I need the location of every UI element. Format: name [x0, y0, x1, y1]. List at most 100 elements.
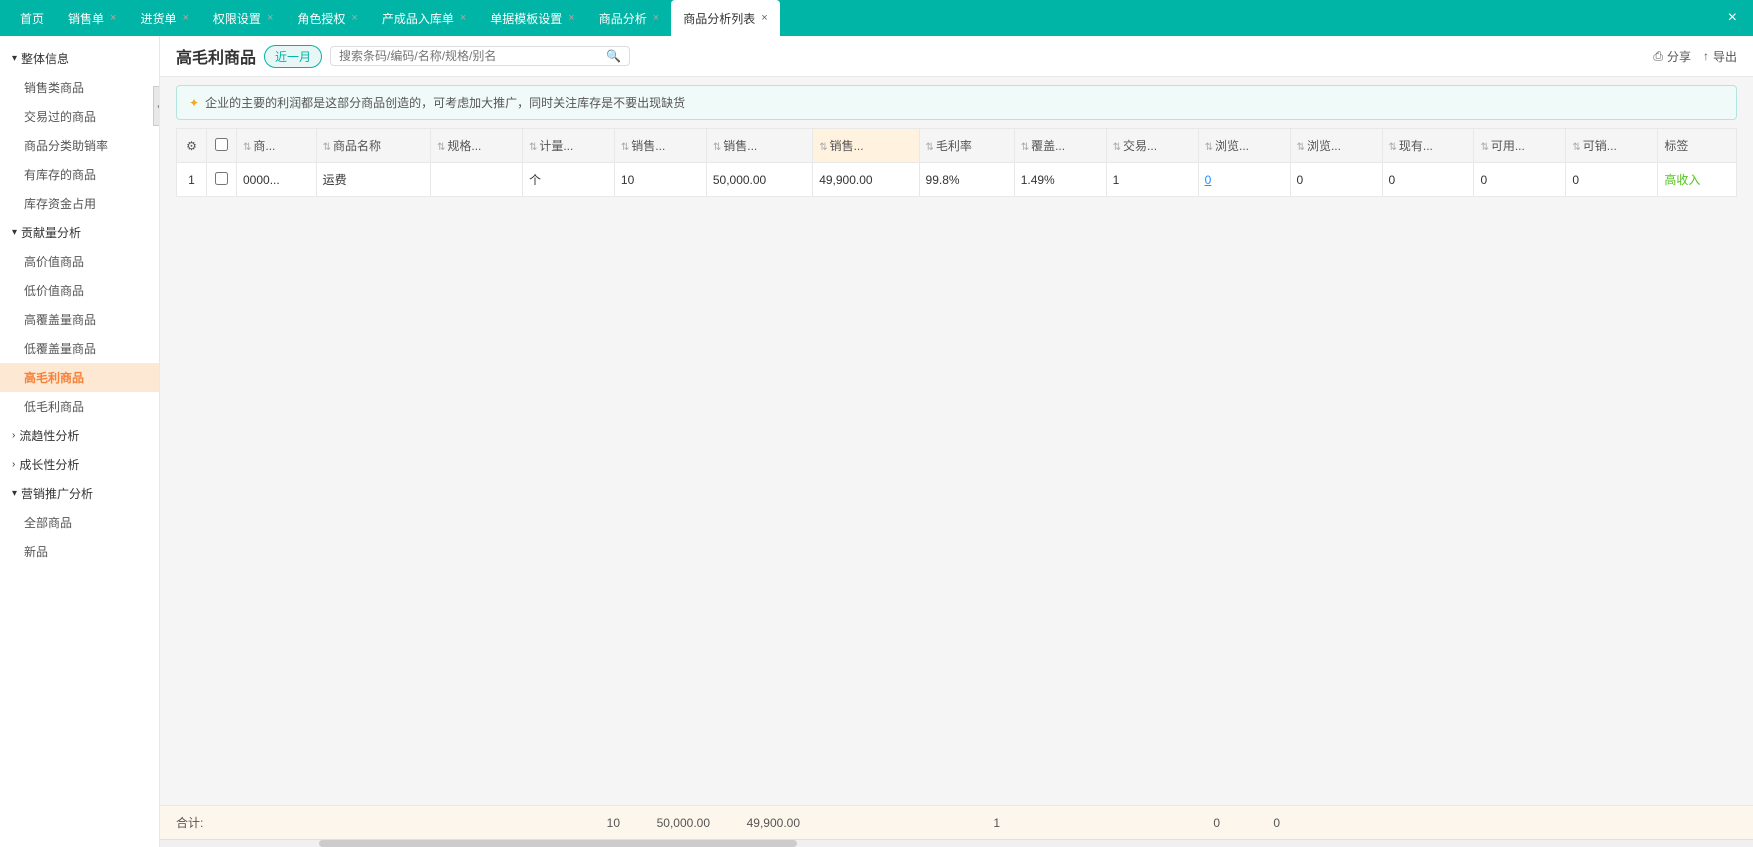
cell-index: 1 [177, 163, 207, 197]
nav-sales[interactable]: 销售单 × [56, 0, 128, 36]
sidebar-section-growth[interactable]: › 成长性分析 [0, 450, 159, 479]
content-area: 高毛利商品 近一月 🔍 ⎙ 分享 ↑ 导出 ✦ 企业的主要的利润都是这部分商品创… [160, 36, 1753, 847]
sidebar-item-high-coverage[interactable]: 高覆盖量商品 [0, 305, 159, 334]
total-spacer1 [256, 816, 436, 830]
cell-coverage: 1.49% [1014, 163, 1106, 197]
cell-checkbox[interactable] [207, 163, 237, 197]
sidebar-section-marketing[interactable]: ▾ 营销推广分析 [0, 479, 159, 508]
total-spacer2 [436, 816, 516, 830]
total-spacer6 [1006, 816, 1086, 830]
col-available[interactable]: ⇅可用... [1474, 129, 1566, 163]
cell-unit: 个 [522, 163, 614, 197]
nav-home[interactable]: 首页 [8, 0, 56, 36]
sidebar-item-sales-goods[interactable]: 销售类商品 [0, 73, 159, 102]
sidebar-item-stock-goods[interactable]: 有库存的商品 [0, 160, 159, 189]
table-header-row: ⚙ ⇅商... ⇅商品名称 ⇅规格... ⇅计量... ⇅销售... ⇅销售..… [177, 129, 1737, 163]
total-sale-qty: 10 [566, 816, 626, 830]
arrow-overall: ▾ [12, 53, 17, 64]
share-icon: ⎙ [1653, 49, 1663, 64]
col-settings[interactable]: ⚙ [177, 129, 207, 163]
filter-recent-month-btn[interactable]: 近一月 [264, 45, 322, 68]
nav-auth-settings[interactable]: 权限设置 × [201, 0, 285, 36]
total-spacer7 [1086, 816, 1166, 830]
col-view2[interactable]: ⇅浏览... [1290, 129, 1382, 163]
close-product-analysis[interactable]: × [653, 12, 659, 24]
select-all-checkbox[interactable] [215, 138, 228, 151]
cell-transaction: 1 [1106, 163, 1198, 197]
col-gross-margin[interactable]: ⇅毛利率 [919, 129, 1014, 163]
sidebar-section-overall[interactable]: ▾ 整体信息 [0, 44, 159, 73]
total-spacer4 [806, 816, 886, 830]
info-icon: ✦ [189, 96, 199, 110]
export-btn[interactable]: ↑ 导出 [1703, 48, 1737, 65]
sidebar-item-low-value[interactable]: 低价值商品 [0, 276, 159, 305]
col-name[interactable]: ⇅商品名称 [316, 129, 430, 163]
sidebar: « ▾ 整体信息 销售类商品 交易过的商品 商品分类助销率 有库存的商品 库存资… [0, 36, 160, 847]
sidebar-item-low-margin[interactable]: 低毛利商品 [0, 392, 159, 421]
sidebar-item-low-coverage[interactable]: 低覆盖量商品 [0, 334, 159, 363]
arrow-flow: › [12, 430, 15, 441]
search-input[interactable] [339, 49, 606, 63]
sidebar-item-stock-capital[interactable]: 库存资金占用 [0, 189, 159, 218]
sidebar-item-new-goods[interactable]: 新品 [0, 537, 159, 566]
col-checkbox[interactable] [207, 129, 237, 163]
close-sales[interactable]: × [110, 12, 116, 24]
close-role-auth[interactable]: × [351, 12, 357, 24]
bottom-scrollbar[interactable] [160, 839, 1753, 847]
col-sale-qty[interactable]: ⇅销售... [614, 129, 706, 163]
close-product-analysis-list[interactable]: × [761, 12, 767, 24]
close-all-btn[interactable]: × [1720, 9, 1745, 27]
arrow-marketing: ▾ [12, 488, 17, 499]
col-transaction[interactable]: ⇅交易... [1106, 129, 1198, 163]
col-unit[interactable]: ⇅计量... [522, 129, 614, 163]
close-purchase[interactable]: × [182, 12, 188, 24]
search-icon[interactable]: 🔍 [606, 49, 621, 63]
col-view1[interactable]: ⇅浏览... [1198, 129, 1290, 163]
cell-view2: 0 [1290, 163, 1382, 197]
sidebar-item-high-value[interactable]: 高价值商品 [0, 247, 159, 276]
info-banner: ✦ 企业的主要的利润都是这部分商品创造的，可考虑加大推广，同时关注库存是不要出现… [176, 85, 1737, 120]
share-btn[interactable]: ⎙ 分享 [1653, 48, 1691, 65]
sidebar-section-flow[interactable]: › 流趋性分析 [0, 421, 159, 450]
sidebar-item-high-margin[interactable]: 高毛利商品 [0, 363, 159, 392]
sidebar-item-category-rate[interactable]: 商品分类助销率 [0, 131, 159, 160]
row-checkbox[interactable] [215, 172, 228, 185]
col-coverage[interactable]: ⇅覆盖... [1014, 129, 1106, 163]
nav-product-analysis[interactable]: 商品分析 × [587, 0, 671, 36]
close-auth-settings[interactable]: × [267, 12, 273, 24]
export-icon: ↑ [1703, 49, 1709, 63]
nav-product-analysis-list[interactable]: 商品分析列表 × [671, 0, 779, 36]
col-current[interactable]: ⇅现有... [1382, 129, 1474, 163]
header-actions: ⎙ 分享 ↑ 导出 [1653, 48, 1737, 65]
cell-gross-margin: 99.8% [919, 163, 1014, 197]
col-sale-profit[interactable]: ⇅销售... [813, 129, 919, 163]
search-box: 🔍 [330, 46, 630, 66]
close-product-inbound[interactable]: × [460, 12, 466, 24]
table-container: ⚙ ⇅商... ⇅商品名称 ⇅规格... ⇅计量... ⇅销售... ⇅销售..… [160, 128, 1753, 805]
top-nav: 首页 销售单 × 进货单 × 权限设置 × 角色授权 × 产成品入库单 × 单据… [0, 0, 1753, 36]
total-spacer3 [516, 816, 566, 830]
close-template-settings[interactable]: × [568, 12, 574, 24]
col-code[interactable]: ⇅商... [237, 129, 317, 163]
sidebar-collapse-btn[interactable]: « [153, 86, 160, 126]
cell-current: 0 [1382, 163, 1474, 197]
cell-available: 0 [1474, 163, 1566, 197]
col-spec[interactable]: ⇅规格... [430, 129, 522, 163]
total-cells: 10 50,000.00 49,900.00 1 0 0 [256, 816, 1286, 830]
sidebar-item-all-goods[interactable]: 全部商品 [0, 508, 159, 537]
cell-name: 运费 [316, 163, 430, 197]
scrollbar-thumb[interactable] [319, 840, 797, 847]
nav-role-auth[interactable]: 角色授权 × [285, 0, 369, 36]
sidebar-section-contribution[interactable]: ▾ 贡献量分析 [0, 218, 159, 247]
col-sale-amount[interactable]: ⇅销售... [706, 129, 812, 163]
nav-product-inbound[interactable]: 产成品入库单 × [370, 0, 478, 36]
nav-purchase[interactable]: 进货单 × [128, 0, 200, 36]
cell-sale-profit: 49,900.00 [813, 163, 919, 197]
cell-view1[interactable]: 0 [1198, 163, 1290, 197]
sidebar-item-traded-goods[interactable]: 交易过的商品 [0, 102, 159, 131]
main-layout: « ▾ 整体信息 销售类商品 交易过的商品 商品分类助销率 有库存的商品 库存资… [0, 36, 1753, 847]
total-spacer5 [886, 816, 946, 830]
page-title: 高毛利商品 [176, 44, 256, 68]
nav-template-settings[interactable]: 单据模板设置 × [478, 0, 586, 36]
col-salable[interactable]: ⇅可销... [1566, 129, 1658, 163]
